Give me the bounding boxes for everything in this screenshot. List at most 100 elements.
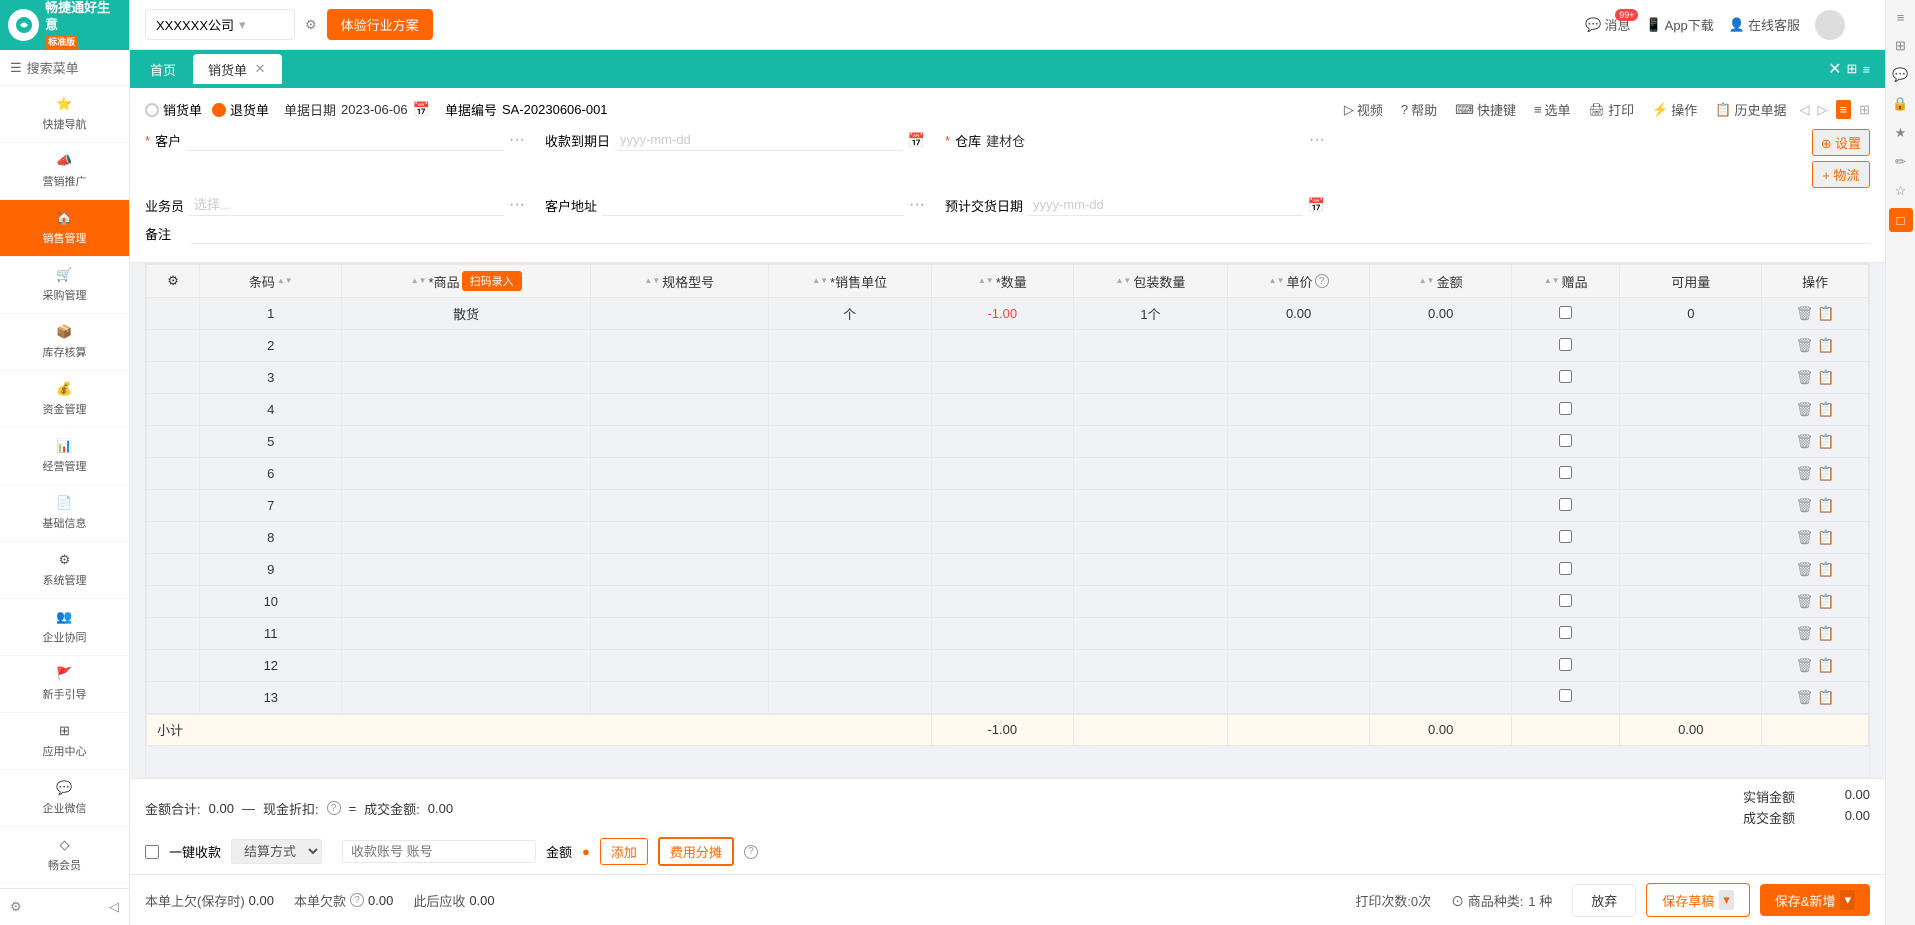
sidebar-search[interactable]: ☰ 搜索菜单	[0, 50, 129, 86]
view-grid-icon[interactable]: ⊞	[1859, 102, 1870, 118]
gift-checkbox[interactable]	[1559, 562, 1572, 575]
video-btn[interactable]: ▷ 视频	[1339, 98, 1388, 121]
header-gear-icon[interactable]: ⚙	[305, 17, 317, 33]
sidebar-item-basic[interactable]: 📄 基础信息	[0, 485, 129, 542]
customer-address-input[interactable]	[602, 194, 904, 216]
company-selector[interactable]: XXXXXX公司 ▾	[145, 9, 295, 40]
copy-icon[interactable]: 📋	[1817, 305, 1834, 322]
delete-icon[interactable]: 🗑	[1796, 689, 1814, 706]
copy-icon[interactable]: 📋	[1817, 625, 1834, 642]
sidebar-item-sales[interactable]: 🏠 销售管理	[0, 200, 129, 257]
gift-checkbox[interactable]	[1559, 594, 1572, 607]
save-draft-chevron[interactable]: ▾	[1719, 890, 1734, 910]
right-icon-lock[interactable]: 🔒	[1889, 92, 1913, 116]
copy-icon[interactable]: 📋	[1817, 369, 1834, 386]
sidebar-item-inventory[interactable]: 📦 库存核算	[0, 314, 129, 371]
delete-icon[interactable]: 🗑	[1796, 305, 1814, 322]
sidebar-item-system[interactable]: ⚙ 系统管理	[0, 542, 129, 599]
sidebar-item-purchase[interactable]: 🛒 采购管理	[0, 257, 129, 314]
customer-input[interactable]	[186, 129, 504, 151]
tab-grid-icon[interactable]: ⊞	[1847, 61, 1858, 77]
right-icon-list[interactable]: ≡	[1889, 5, 1913, 29]
due-date-input[interactable]	[615, 129, 903, 151]
gift-checkbox[interactable]	[1559, 434, 1572, 447]
copy-icon[interactable]: 📋	[1817, 657, 1834, 674]
sidebar-item-enterprise[interactable]: 👥 企业协同	[0, 599, 129, 656]
tab-list-icon[interactable]: ≡	[1862, 62, 1870, 77]
tab-home[interactable]: 首页	[135, 54, 191, 84]
delete-icon[interactable]: 🗑	[1796, 465, 1814, 482]
right-icon-orange-box[interactable]: □	[1889, 208, 1913, 232]
gift-checkbox[interactable]	[1559, 530, 1572, 543]
delete-icon[interactable]: 🗑	[1796, 529, 1814, 546]
right-icon-star-fill[interactable]: ★	[1889, 121, 1913, 145]
payment-method-select[interactable]: 结算方式	[231, 839, 322, 864]
scan-button[interactable]: 扫码录入	[462, 271, 522, 291]
gift-checkbox[interactable]	[1559, 370, 1572, 383]
delete-icon[interactable]: 🗑	[1796, 625, 1814, 642]
price-info-icon[interactable]: ?	[1315, 274, 1329, 288]
delete-icon[interactable]: 🗑	[1796, 657, 1814, 674]
print-btn[interactable]: 🖨 打印	[1584, 98, 1640, 121]
right-icon-star[interactable]: ☆	[1889, 179, 1913, 203]
view-list-icon[interactable]: ≡	[1836, 100, 1852, 119]
sidebar-item-member[interactable]: ◇ 畅会员	[0, 827, 129, 884]
copy-icon[interactable]: 📋	[1817, 689, 1834, 706]
copy-icon[interactable]: 📋	[1817, 497, 1834, 514]
tab-expand-icon[interactable]: ✕	[1828, 59, 1841, 79]
copy-icon[interactable]: 📋	[1817, 529, 1834, 546]
collapse-icon[interactable]: ◁	[109, 899, 119, 915]
notes-input[interactable]	[191, 222, 1870, 244]
discard-button[interactable]: 放弃	[1572, 884, 1636, 917]
experience-button[interactable]: 体验行业方案	[327, 9, 433, 40]
salesperson-dots[interactable]: ···	[509, 196, 525, 214]
salesperson-input[interactable]	[189, 194, 504, 216]
copy-icon[interactable]: 📋	[1817, 433, 1834, 450]
gift-checkbox[interactable]	[1559, 626, 1572, 639]
nav-next-icon[interactable]: ▷	[1818, 102, 1828, 118]
sidebar-item-marketing[interactable]: 📣 营销推广	[0, 143, 129, 200]
warehouse-dots[interactable]: ···	[1309, 131, 1325, 149]
address-dots[interactable]: ···	[909, 196, 925, 214]
expected-delivery-calendar-icon[interactable]: 📅	[1308, 197, 1325, 214]
radio-return[interactable]: 退货单	[212, 100, 269, 119]
delete-icon[interactable]: 🗑	[1796, 369, 1814, 386]
expected-delivery-input[interactable]	[1028, 194, 1303, 216]
app-download-link[interactable]: 📱 App下载	[1645, 15, 1713, 34]
discount-info-icon[interactable]: ?	[327, 801, 341, 815]
delete-icon[interactable]: 🗑	[1796, 593, 1814, 610]
expense-split-button[interactable]: 费用分摊	[658, 837, 734, 866]
gift-checkbox[interactable]	[1559, 658, 1572, 671]
settings-button[interactable]: ⊕ 设置	[1812, 129, 1870, 156]
account-input[interactable]	[342, 840, 536, 863]
right-icon-grid[interactable]: ⊞	[1889, 34, 1913, 58]
sidebar-item-operations[interactable]: 📊 经营管理	[0, 428, 129, 485]
add-payment-button[interactable]: 添加	[600, 838, 648, 865]
delete-icon[interactable]: 🗑	[1796, 337, 1814, 354]
copy-icon[interactable]: 📋	[1817, 465, 1834, 482]
save-new-button[interactable]: 保存&新增 ▾	[1760, 884, 1870, 916]
gift-checkbox[interactable]	[1559, 498, 1572, 511]
customer-dots[interactable]: ···	[509, 131, 525, 149]
nav-prev-icon[interactable]: ◁	[1800, 102, 1810, 118]
calendar-icon[interactable]: 📅	[413, 101, 430, 118]
th-settings[interactable]: ⚙	[147, 265, 200, 298]
gift-checkbox[interactable]	[1559, 402, 1572, 415]
sidebar-item-guide[interactable]: 🚩 新手引导	[0, 656, 129, 713]
action-btn[interactable]: ⚡ 操作	[1647, 98, 1702, 121]
save-draft-button[interactable]: 保存草稿 ▾	[1646, 883, 1750, 917]
select-btn[interactable]: ≡ 选单	[1529, 98, 1576, 121]
gift-checkbox[interactable]	[1559, 466, 1572, 479]
help-btn[interactable]: ? 帮助	[1396, 98, 1442, 121]
due-date-calendar-icon[interactable]: 📅	[908, 132, 925, 149]
expense-info-icon[interactable]: ?	[744, 845, 758, 859]
delete-icon[interactable]: 🗑	[1796, 401, 1814, 418]
copy-icon[interactable]: 📋	[1817, 401, 1834, 418]
user-avatar[interactable]	[1815, 10, 1845, 40]
gift-checkbox[interactable]	[1559, 689, 1572, 702]
sidebar-item-finance[interactable]: 💰 资金管理	[0, 371, 129, 428]
save-new-chevron[interactable]: ▾	[1840, 890, 1855, 910]
shortcut-btn[interactable]: ⌨ 快捷键	[1450, 98, 1521, 121]
delete-icon[interactable]: 🗑	[1796, 497, 1814, 514]
tab-close-icon[interactable]: ✕	[253, 62, 267, 76]
